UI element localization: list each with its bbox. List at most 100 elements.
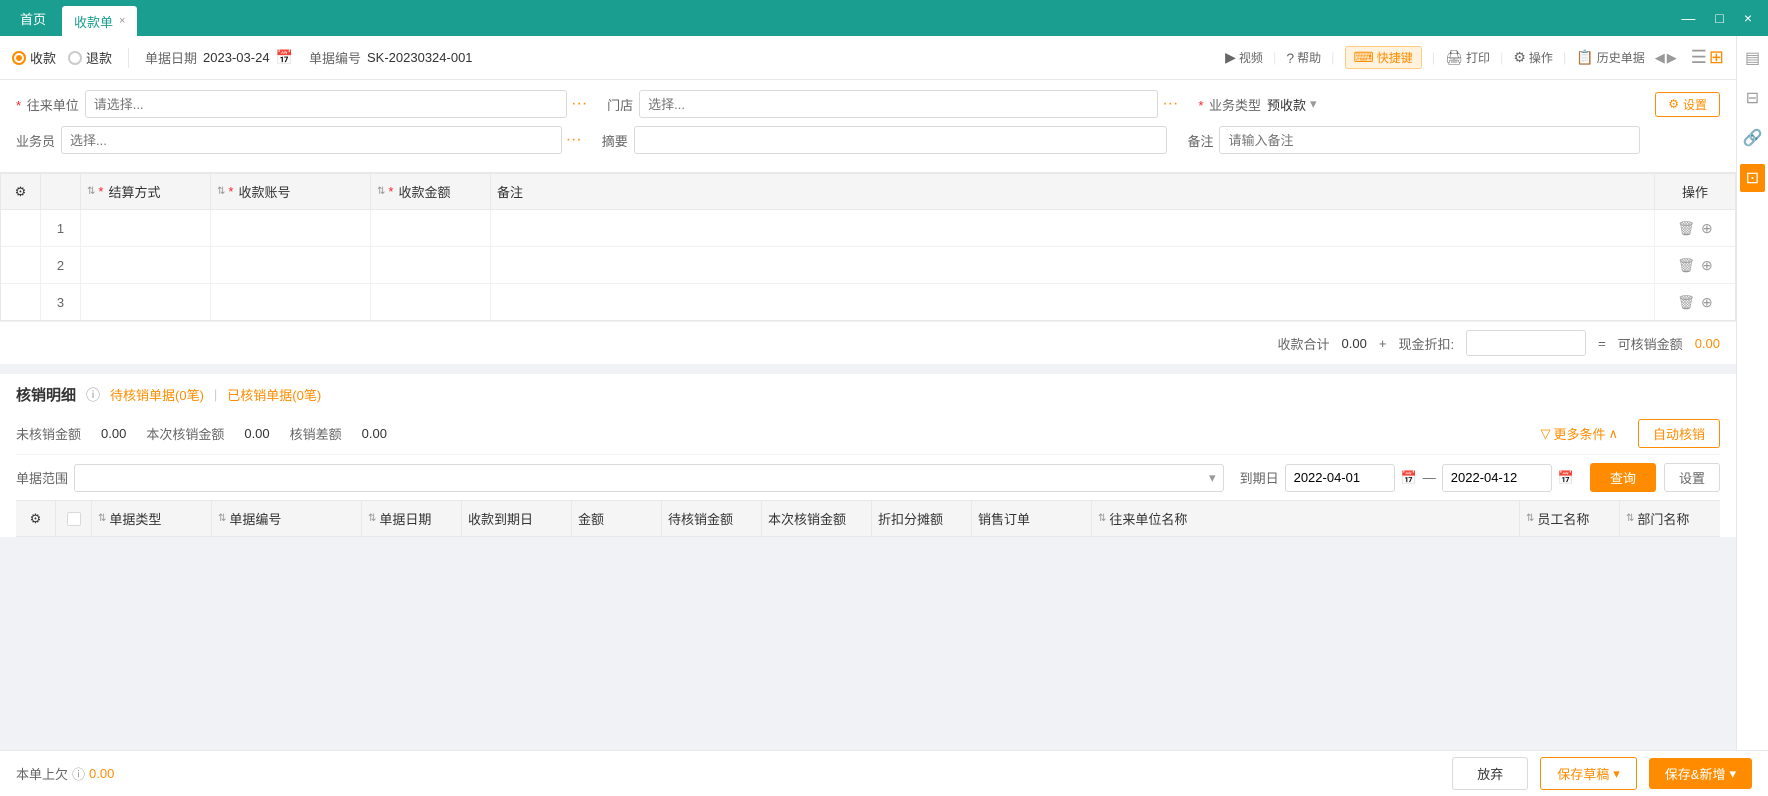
col-header-remark: 备注 [491,174,1655,209]
bottom-bar: 本单上欠 ⓘ 0.00 放弃 保存草稿 ▾ 保存&新增 ▾ [0,750,1768,796]
col-header-current: 本次核销金额 [762,501,872,536]
keyboard-icon: ⌨ [1354,49,1374,66]
history-action[interactable]: 📋 历史单据 [1576,49,1644,66]
select-all-checkbox[interactable] [67,512,81,526]
sidebar-link-icon[interactable]: 🔗 [1739,124,1767,152]
row-2-settle[interactable] [81,247,211,283]
save-new-dropdown-icon: ▾ [1729,766,1736,782]
save-draft-button[interactable]: 保存草稿 ▾ [1540,757,1637,790]
row-3-delete-icon[interactable]: 🗑 [1677,294,1695,311]
window-close-button[interactable]: × [1736,10,1760,26]
col-header-settle: ⇅ * 结算方式 [81,174,211,209]
row-2-remark[interactable] [491,247,1655,283]
toolbar: 收款 退款 单据日期 2023-03-24 📅 单据编号 SK-20230324… [0,36,1736,80]
pending-tab[interactable]: 待核销单据(0笔) [110,385,204,404]
history-prev-icon[interactable]: ◀ [1655,50,1665,66]
discard-button[interactable]: 放弃 [1452,757,1528,790]
date-field: 单据日期 2023-03-24 📅 [145,48,293,67]
range-select[interactable] [74,464,1224,492]
col-header-amount2: 金额 [572,501,662,536]
save-draft-dropdown-icon: ▾ [1613,766,1620,782]
list-view-icon[interactable]: ☰ [1691,47,1707,68]
sidebar-table-icon[interactable]: ▤ [1741,44,1764,72]
row-2-num: 2 [41,247,81,283]
counter-party-input[interactable] [85,90,567,118]
staff-input[interactable] [61,126,562,154]
detail-settings-icon[interactable]: ⚙ [16,501,56,536]
history-next-icon[interactable]: ▶ [1667,50,1677,66]
settings-button-2[interactable]: 设置 [1664,463,1720,492]
video-icon: ▶ [1225,49,1236,66]
due-date-from-input[interactable] [1285,464,1395,492]
home-tab[interactable]: 首页 [8,0,58,36]
row-2-copy-icon[interactable]: ⊕ [1701,257,1713,274]
active-tab[interactable]: 收款单 × [62,6,137,36]
more-conditions-button[interactable]: ▽ 更多条件 ∧ [1540,424,1618,443]
summary-field: 摘要 [602,126,1168,154]
window-minimize-button[interactable]: — [1673,10,1703,26]
row-1-copy-icon[interactable]: ⊕ [1701,220,1713,237]
verify-info-icon[interactable]: ⓘ [86,385,100,405]
save-new-button[interactable]: 保存&新增 ▾ [1649,758,1752,789]
row-1-settle[interactable] [81,210,211,246]
help-action[interactable]: ? 帮助 [1286,49,1321,66]
row-3-account[interactable] [211,284,371,320]
row-2-amount[interactable] [371,247,491,283]
table-row: 3 🗑 ⊕ [1,284,1735,320]
row-3-copy-icon[interactable]: ⊕ [1701,294,1713,311]
summary-input[interactable] [634,126,1168,154]
counter-party-field: * 往来单位 ··· [16,90,587,118]
auto-offset-button[interactable]: 自动核销 [1638,419,1720,448]
due-date-to-calendar-icon[interactable]: 📅 [1558,470,1574,486]
sidebar-list-icon[interactable]: ⊟ [1742,84,1763,112]
due-date-from-calendar-icon[interactable]: 📅 [1401,470,1417,486]
sidebar-expand-icon[interactable]: ⊡ [1740,164,1765,192]
grid-view-icon[interactable]: ⊞ [1709,47,1724,68]
window-maximize-button[interactable]: □ [1707,10,1731,26]
row-1-delete-icon[interactable]: 🗑 [1677,220,1695,237]
col-header-account: ⇅ * 收款账号 [211,174,371,209]
row-1-amount[interactable] [371,210,491,246]
video-action[interactable]: ▶ 视频 [1225,49,1263,66]
due-date-to-input[interactable] [1442,464,1552,492]
tab-close-icon[interactable]: × [119,15,125,27]
ops-action[interactable]: ⚙ 操作 [1513,49,1553,66]
remark-input[interactable] [1219,126,1640,154]
per-order-info-icon[interactable]: ⓘ [72,764,85,783]
row-1-remark[interactable] [491,210,1655,246]
help-icon: ? [1286,50,1294,66]
done-tab[interactable]: 已核销单据(0笔) [227,385,321,404]
detail-table-header: ⚙ ⇅ 单据类型 ⇅ 单据编号 ⇅ 单据日期 收款到期日 金额 待核销金额 本次… [16,500,1720,537]
form-row-1: * 往来单位 ··· 门店 ··· * 业务类型 预收款 ▾ [16,90,1720,118]
row-3-num: 3 [41,284,81,320]
row-3-amount[interactable] [371,284,491,320]
summary-row: 收款合计 0.00 + 现金折扣: = 可核销金额 0.00 [0,321,1736,364]
ops-icon: ⚙ [1513,49,1526,66]
counter-party-more-icon[interactable]: ··· [571,95,587,113]
row-3-settle[interactable] [81,284,211,320]
receipt-refund-toggle: 收款 退款 [12,48,112,67]
print-action[interactable]: 🖨 打印 [1445,49,1490,66]
col-header-amount: ⇅ * 收款金额 [371,174,491,209]
calendar-icon[interactable]: 📅 [276,49,293,66]
row-3-remark[interactable] [491,284,1655,320]
shortcut-action[interactable]: ⌨ 快捷键 [1345,46,1422,69]
settings-button[interactable]: ⚙ 设置 [1655,92,1720,117]
row-1-account[interactable] [211,210,371,246]
store-input[interactable] [639,90,1158,118]
col-header-duedate: 收款到期日 [462,501,572,536]
toolbar-divider-1 [128,48,129,68]
row-2-account[interactable] [211,247,371,283]
query-button[interactable]: 查询 [1590,463,1656,492]
receipt-radio[interactable]: 收款 [12,48,56,67]
row-num-header [41,174,81,209]
store-more-icon[interactable]: ··· [1162,95,1178,113]
biz-type-select[interactable]: 预收款 ▾ [1267,95,1655,114]
row-2-delete-icon[interactable]: 🗑 [1677,257,1695,274]
staff-more-icon[interactable]: ··· [566,131,582,149]
table-header: ⚙ ⇅ * 结算方式 ⇅ * 收款账号 ⇅ * 收款金额 备注 操作 [1,174,1735,210]
refund-radio[interactable]: 退款 [68,48,112,67]
col-header-type: ⇅ 单据类型 [92,501,212,536]
discount-input[interactable] [1466,330,1586,356]
table-settings-icon[interactable]: ⚙ [1,174,41,209]
